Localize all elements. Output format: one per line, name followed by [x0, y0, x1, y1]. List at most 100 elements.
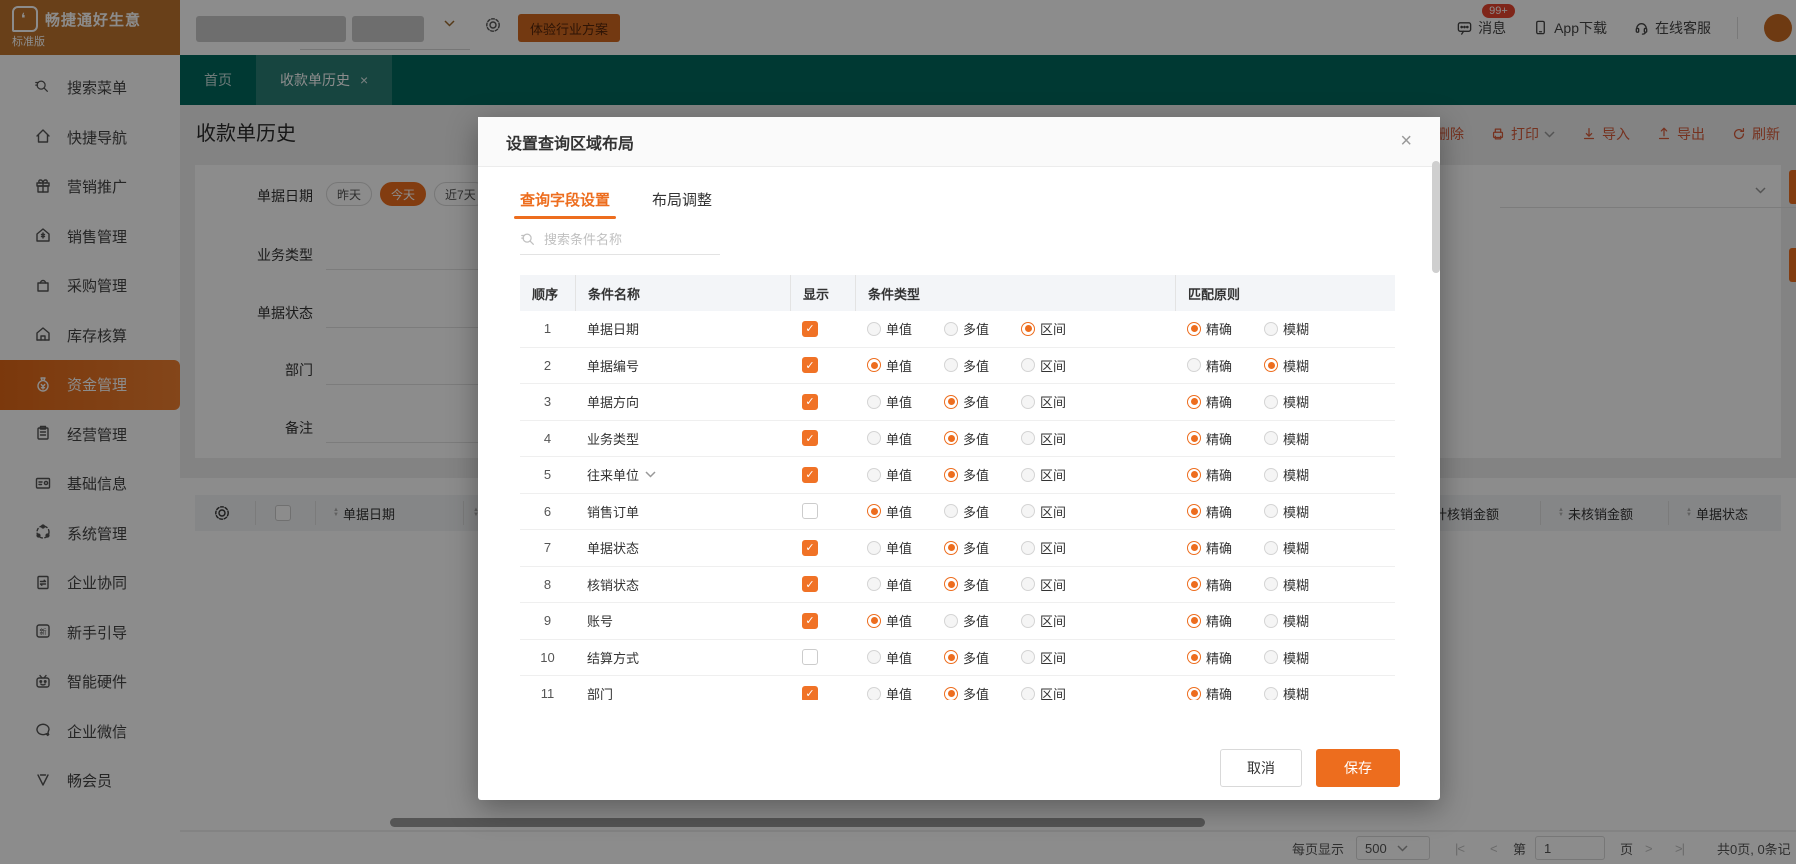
match-radio-精确[interactable]: 精确 — [1187, 502, 1232, 521]
type-radio-多值[interactable]: 多值 — [944, 319, 989, 338]
match-radio-模糊[interactable]: 模糊 — [1264, 465, 1309, 484]
radio-label: 单值 — [886, 395, 913, 411]
match-radio-精确[interactable]: 精确 — [1187, 429, 1232, 448]
type-radio-区间[interactable]: 区间 — [1021, 538, 1066, 557]
condition-search-input[interactable]: 搜索条件名称 — [520, 225, 720, 255]
match-radio-模糊[interactable]: 模糊 — [1264, 502, 1309, 521]
radio-label: 精确 — [1206, 431, 1233, 447]
show-checkbox[interactable]: ✓ — [802, 357, 818, 374]
radio-label: 单值 — [886, 541, 913, 557]
match-radio-模糊[interactable]: 模糊 — [1264, 392, 1309, 411]
show-checkbox[interactable]: ✓ — [802, 393, 818, 410]
condition-row-单据日期: 1 单据日期 ✓ 单值 多值 区间 精确 模糊 — [520, 311, 1395, 348]
match-radio-模糊[interactable]: 模糊 — [1264, 684, 1309, 700]
radio-label: 模糊 — [1283, 504, 1310, 520]
show-checkbox[interactable]: ✓ — [802, 466, 818, 483]
type-radio-多值[interactable]: 多值 — [944, 538, 989, 557]
radio-label: 模糊 — [1283, 468, 1310, 484]
type-radio-单值[interactable]: 单值 — [867, 429, 912, 448]
match-radio-精确[interactable]: 精确 — [1187, 356, 1232, 375]
type-radio-单值[interactable]: 单值 — [867, 611, 912, 630]
match-radio-模糊[interactable]: 模糊 — [1264, 429, 1309, 448]
match-radio-精确[interactable]: 精确 — [1187, 648, 1232, 667]
type-radio-单值[interactable]: 单值 — [867, 648, 912, 667]
modal-column-顺序: 顺序 — [532, 286, 559, 302]
match-radio-模糊[interactable]: 模糊 — [1264, 356, 1309, 375]
radio-label: 单值 — [886, 322, 913, 338]
match-radio-模糊[interactable]: 模糊 — [1264, 538, 1309, 557]
radio-icon — [1264, 504, 1279, 519]
type-radio-区间[interactable]: 区间 — [1021, 575, 1066, 594]
type-radio-区间[interactable]: 区间 — [1021, 611, 1066, 630]
show-checkbox[interactable] — [802, 503, 818, 520]
type-radio-多值[interactable]: 多值 — [944, 392, 989, 411]
type-radio-单值[interactable]: 单值 — [867, 319, 912, 338]
type-radio-区间[interactable]: 区间 — [1021, 319, 1066, 338]
type-radio-多值[interactable]: 多值 — [944, 356, 989, 375]
type-radio-区间[interactable]: 区间 — [1021, 502, 1066, 521]
chevron-down-icon[interactable] — [645, 471, 656, 478]
show-checkbox[interactable]: ✓ — [802, 539, 818, 556]
type-radio-单值[interactable]: 单值 — [867, 575, 912, 594]
match-radio-精确[interactable]: 精确 — [1187, 575, 1232, 594]
type-radio-区间[interactable]: 区间 — [1021, 356, 1066, 375]
type-radio-多值[interactable]: 多值 — [944, 502, 989, 521]
condition-name: 账号 — [587, 614, 614, 630]
type-radio-多值[interactable]: 多值 — [944, 429, 989, 448]
close-icon[interactable]: × — [1400, 130, 1412, 153]
save-button[interactable]: 保存 — [1316, 749, 1400, 787]
type-radio-多值[interactable]: 多值 — [944, 648, 989, 667]
radio-label: 单值 — [886, 431, 913, 447]
type-radio-多值[interactable]: 多值 — [944, 611, 989, 630]
radio-icon — [867, 467, 881, 482]
type-radio-多值[interactable]: 多值 — [944, 465, 989, 484]
type-radio-区间[interactable]: 区间 — [1021, 465, 1066, 484]
match-radio-精确[interactable]: 精确 — [1187, 611, 1232, 630]
row-order: 7 — [543, 540, 552, 556]
match-radio-精确[interactable]: 精确 — [1187, 465, 1232, 484]
radio-icon — [944, 467, 959, 482]
cancel-button[interactable]: 取消 — [1220, 749, 1302, 787]
radio-icon — [944, 540, 959, 555]
radio-icon — [867, 650, 881, 665]
show-checkbox[interactable]: ✓ — [802, 430, 818, 447]
radio-icon — [944, 686, 959, 700]
type-radio-单值[interactable]: 单值 — [867, 465, 912, 484]
modal-tab-1[interactable]: 布局调整 — [652, 189, 712, 219]
radio-icon — [1264, 613, 1279, 628]
match-radio-精确[interactable]: 精确 — [1187, 684, 1232, 700]
type-radio-单值[interactable]: 单值 — [867, 538, 912, 557]
match-radio-模糊[interactable]: 模糊 — [1264, 611, 1309, 630]
match-radio-精确[interactable]: 精确 — [1187, 319, 1232, 338]
radio-icon — [1187, 540, 1201, 555]
show-checkbox[interactable]: ✓ — [802, 612, 818, 629]
type-radio-区间[interactable]: 区间 — [1021, 429, 1066, 448]
radio-label: 模糊 — [1283, 541, 1310, 557]
row-order: 5 — [543, 467, 552, 483]
radio-label: 区间 — [1040, 541, 1067, 557]
match-radio-模糊[interactable]: 模糊 — [1264, 575, 1309, 594]
type-radio-多值[interactable]: 多值 — [944, 684, 989, 700]
condition-row-结算方式: 10 结算方式 单值 多值 区间 精确 模糊 — [520, 640, 1395, 676]
type-radio-单值[interactable]: 单值 — [867, 684, 912, 700]
type-radio-区间[interactable]: 区间 — [1021, 392, 1066, 411]
type-radio-单值[interactable]: 单值 — [867, 356, 912, 375]
match-radio-模糊[interactable]: 模糊 — [1264, 648, 1309, 667]
type-radio-单值[interactable]: 单值 — [867, 392, 912, 411]
type-radio-多值[interactable]: 多值 — [944, 575, 989, 594]
modal-tab-0[interactable]: 查询字段设置 — [513, 189, 617, 219]
show-checkbox[interactable]: ✓ — [802, 576, 818, 593]
match-radio-精确[interactable]: 精确 — [1187, 392, 1232, 411]
condition-row-核销状态: 8 核销状态 ✓ 单值 多值 区间 精确 模糊 — [520, 567, 1395, 603]
match-radio-精确[interactable]: 精确 — [1187, 538, 1232, 557]
show-checkbox[interactable]: ✓ — [802, 320, 818, 337]
show-checkbox[interactable] — [802, 649, 818, 666]
type-radio-区间[interactable]: 区间 — [1021, 648, 1066, 667]
show-checkbox[interactable]: ✓ — [802, 685, 818, 700]
modal-scrollbar[interactable] — [1432, 161, 1440, 273]
type-radio-区间[interactable]: 区间 — [1021, 684, 1066, 700]
match-radio-模糊[interactable]: 模糊 — [1264, 319, 1309, 338]
type-radio-单值[interactable]: 单值 — [867, 502, 912, 521]
radio-icon — [1187, 613, 1201, 628]
layout-settings-modal: 设置查询区域布局 × 查询字段设置 布局调整 搜索条件名称 顺序 条件名称 显示 条件类… — [478, 117, 1440, 800]
